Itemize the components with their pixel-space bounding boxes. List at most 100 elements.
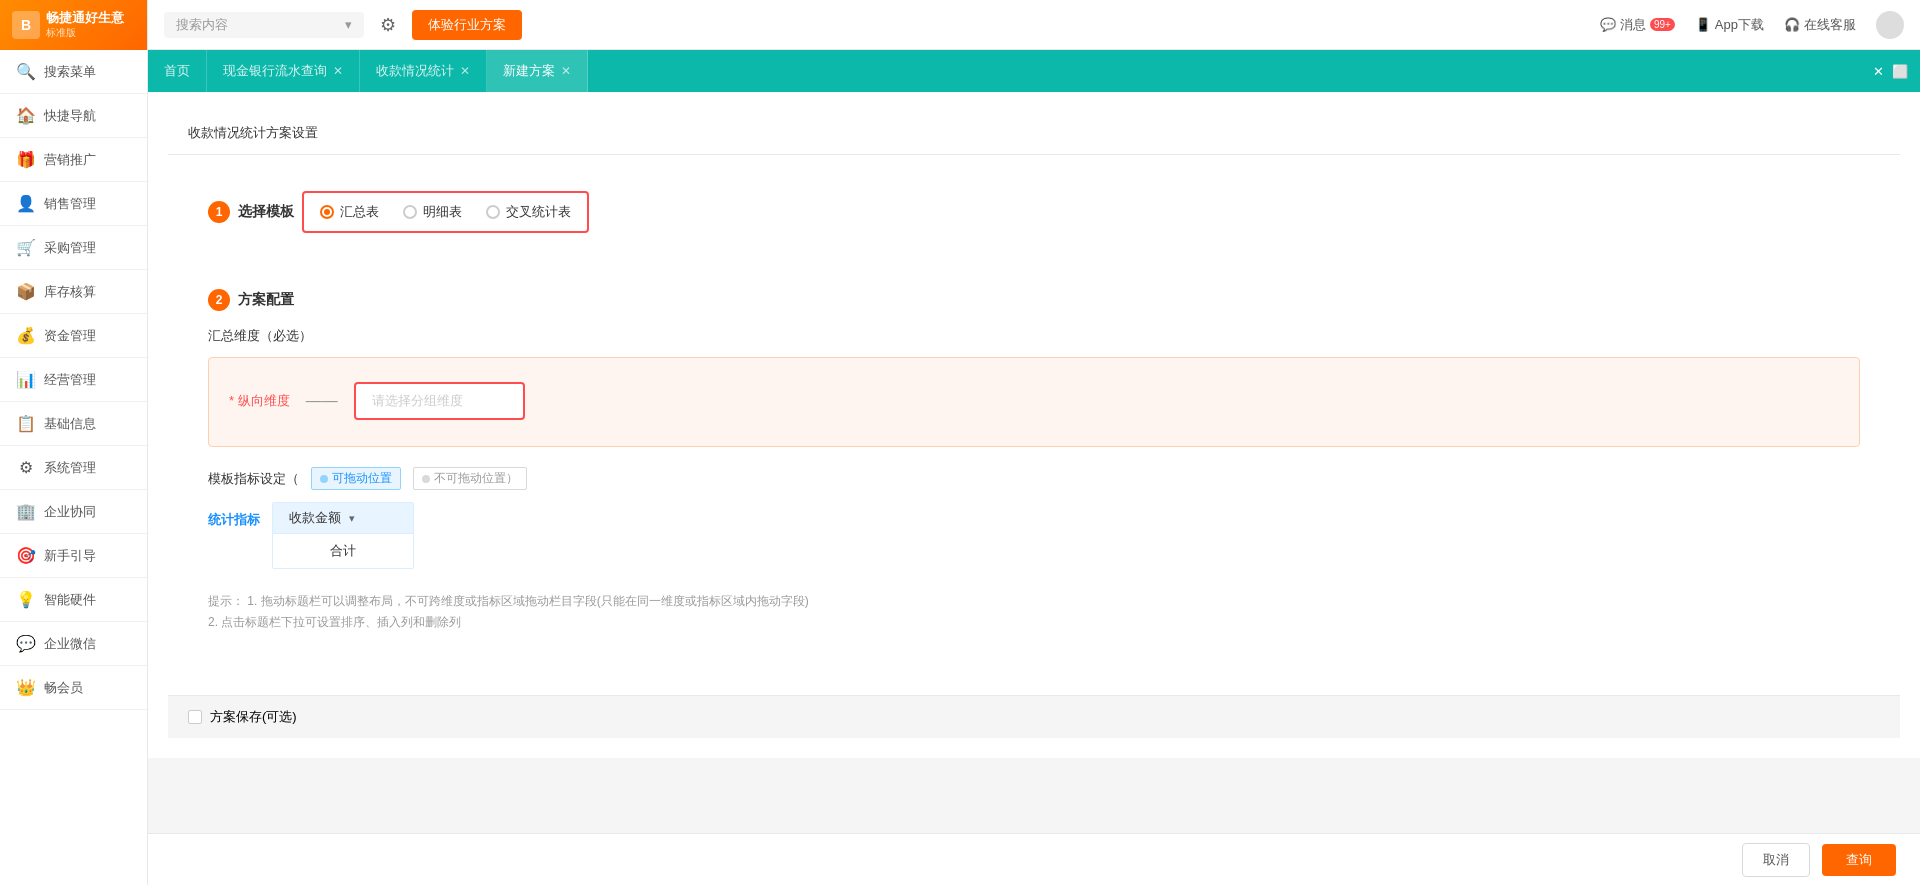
app-download-item[interactable]: 📱 App下载 — [1695, 16, 1764, 34]
user-avatar[interactable] — [1876, 11, 1904, 39]
beginner-icon: 🎯 — [16, 546, 36, 565]
tab-home[interactable]: 首页 — [148, 50, 207, 92]
app-edition: 标准版 — [46, 26, 124, 40]
sidebar-item-sys-mgmt[interactable]: ⚙ 系统管理 — [0, 446, 147, 490]
inventory-icon: 📦 — [16, 282, 36, 301]
radio-summary[interactable]: 汇总表 — [320, 203, 379, 221]
sidebar-item-search-menu[interactable]: 🔍 搜索菜单 — [0, 50, 147, 94]
save-section: 方案保存(可选) — [168, 695, 1900, 738]
step1-label: 选择模板 — [238, 203, 294, 221]
sidebar-label-smart-hw: 智能硬件 — [44, 591, 96, 609]
tab-collection-stats-close-icon[interactable]: ✕ — [460, 64, 470, 78]
tab-collection-stats[interactable]: 收款情况统计 ✕ — [360, 50, 487, 92]
radio-cross-circle — [486, 205, 500, 219]
sidebar-label-operation: 经营管理 — [44, 371, 96, 389]
bottom-bar: 取消 查询 — [148, 833, 1920, 885]
sales-icon: 👤 — [16, 194, 36, 213]
dimension-row: * 纵向维度 —— 请选择分组维度 — [229, 382, 1839, 420]
topbar-search-box[interactable]: 搜索内容 ▾ — [164, 12, 364, 38]
sidebar-label-quick-nav: 快捷导航 — [44, 107, 96, 125]
draggable-label: 可拖动位置 — [332, 470, 392, 487]
online-service-item[interactable]: 🎧 在线客服 — [1784, 16, 1856, 34]
trial-industry-button[interactable]: 体验行业方案 — [412, 10, 522, 40]
tab-new-plan[interactable]: 新建方案 ✕ — [487, 50, 588, 92]
sidebar-item-base-info[interactable]: 📋 基础信息 — [0, 402, 147, 446]
enterprise-wechat-icon: 💬 — [16, 634, 36, 653]
tips-line2: 2. 点击标题栏下拉可设置排序、插入列和删除列 — [208, 614, 1860, 631]
sidebar-item-beginner[interactable]: 🎯 新手引导 — [0, 534, 147, 578]
sidebar-label-beginner: 新手引导 — [44, 547, 96, 565]
metrics-title-text: 模板指标设定（ — [208, 470, 299, 488]
notification-badge: 99+ — [1650, 18, 1675, 31]
tips-line1: 提示： 1. 拖动标题栏可以调整布局，不可跨维度或指标区域拖动栏目字段(只能在同… — [208, 593, 1860, 610]
radio-summary-label: 汇总表 — [340, 203, 379, 221]
tab-bank-flow-close-icon[interactable]: ✕ — [333, 64, 343, 78]
sidebar-item-sales[interactable]: 👤 销售管理 — [0, 182, 147, 226]
settings-icon[interactable]: ⚙ — [380, 14, 396, 36]
logo-text-block: 畅捷通好生意 标准版 — [46, 10, 124, 40]
sidebar-label-vip: 畅会员 — [44, 679, 83, 697]
radio-detail[interactable]: 明细表 — [403, 203, 462, 221]
cancel-button[interactable]: 取消 — [1742, 843, 1810, 877]
sidebar-item-purchase[interactable]: 🛒 采购管理 — [0, 226, 147, 270]
notification-item[interactable]: 💬 消息 99+ — [1600, 16, 1675, 34]
radio-cross[interactable]: 交叉统计表 — [486, 203, 571, 221]
column-header-label: 收款金额 — [289, 509, 341, 527]
sidebar-item-finance[interactable]: 💰 资金管理 — [0, 314, 147, 358]
sidebar-label-search-menu: 搜索菜单 — [44, 63, 96, 81]
sidebar-label-sys-mgmt: 系统管理 — [44, 459, 96, 477]
tab-bank-flow-label: 现金银行流水查询 — [223, 62, 327, 80]
metrics-column-header[interactable]: 收款金额 ▾ — [273, 503, 413, 534]
sidebar-label-base-info: 基础信息 — [44, 415, 96, 433]
app-download-label: App下载 — [1715, 16, 1764, 34]
marketing-icon: 🎁 — [16, 150, 36, 169]
main-area: 搜索内容 ▾ ⚙ 体验行业方案 💬 消息 99+ 📱 App下载 🎧 在线客服 … — [148, 0, 1920, 885]
tab-bank-flow[interactable]: 现金银行流水查询 ✕ — [207, 50, 360, 92]
finance-icon: 💰 — [16, 326, 36, 345]
app-logo: B 畅捷通好生意 标准版 — [0, 0, 147, 50]
sidebar-item-enterprise-coop[interactable]: 🏢 企业协同 — [0, 490, 147, 534]
topbar-right: 💬 消息 99+ 📱 App下载 🎧 在线客服 — [1600, 11, 1904, 39]
step2-badge: 2 — [208, 289, 230, 311]
sidebar-label-sales: 销售管理 — [44, 195, 96, 213]
sidebar-label-purchase: 采购管理 — [44, 239, 96, 257]
page-title: 收款情况统计方案设置 — [188, 125, 318, 140]
query-button[interactable]: 查询 — [1822, 844, 1896, 876]
radio-detail-label: 明细表 — [423, 203, 462, 221]
non-draggable-label: 不可拖动位置） — [434, 470, 518, 487]
tab-maximize-icon[interactable]: ⬜ — [1892, 64, 1908, 79]
radio-summary-circle — [320, 205, 334, 219]
sidebar-item-operation[interactable]: 📊 经营管理 — [0, 358, 147, 402]
enterprise-coop-icon: 🏢 — [16, 502, 36, 521]
sidebar-label-inventory: 库存核算 — [44, 283, 96, 301]
save-label: 方案保存(可选) — [210, 708, 297, 726]
sidebar-label-enterprise-coop: 企业协同 — [44, 503, 96, 521]
dimension-placeholder: 请选择分组维度 — [372, 393, 463, 408]
save-checkbox[interactable] — [188, 710, 202, 724]
sidebar-item-enterprise-wechat[interactable]: 💬 企业微信 — [0, 622, 147, 666]
tab-new-plan-close-icon[interactable]: ✕ — [561, 64, 571, 78]
step2-label: 方案配置 — [238, 291, 294, 309]
topbar: 搜索内容 ▾ ⚙ 体验行业方案 💬 消息 99+ 📱 App下载 🎧 在线客服 — [148, 0, 1920, 50]
dimension-selector[interactable]: 请选择分组维度 — [354, 382, 525, 420]
dimension-area: * 纵向维度 —— 请选择分组维度 — [208, 357, 1860, 447]
step2-section: 2 方案配置 汇总维度（必选） * 纵向维度 —— 请选择分组维度 — [188, 289, 1880, 651]
sidebar-item-quick-nav[interactable]: 🏠 快捷导航 — [0, 94, 147, 138]
sidebar-item-inventory[interactable]: 📦 库存核算 — [0, 270, 147, 314]
logo-icon: B — [12, 11, 40, 39]
draggable-badge: 可拖动位置 — [311, 467, 401, 490]
base-info-icon: 📋 — [16, 414, 36, 433]
purchase-icon: 🛒 — [16, 238, 36, 257]
quick-nav-icon: 🏠 — [16, 106, 36, 125]
notification-label: 消息 — [1620, 16, 1646, 34]
sidebar: B 畅捷通好生意 标准版 🔍 搜索菜单 🏠 快捷导航 🎁 营销推广 👤 销售管理… — [0, 0, 148, 885]
app-name: 畅捷通好生意 — [46, 10, 124, 26]
sidebar-item-marketing[interactable]: 🎁 营销推广 — [0, 138, 147, 182]
tab-close-window-icon[interactable]: ✕ — [1873, 64, 1884, 79]
online-service-label: 在线客服 — [1804, 16, 1856, 34]
sidebar-item-smart-hw[interactable]: 💡 智能硬件 — [0, 578, 147, 622]
dimension-arrow-icon: —— — [306, 392, 338, 410]
non-draggable-badge: 不可拖动位置） — [413, 467, 527, 490]
sidebar-label-marketing: 营销推广 — [44, 151, 96, 169]
sidebar-item-vip[interactable]: 👑 畅会员 — [0, 666, 147, 710]
